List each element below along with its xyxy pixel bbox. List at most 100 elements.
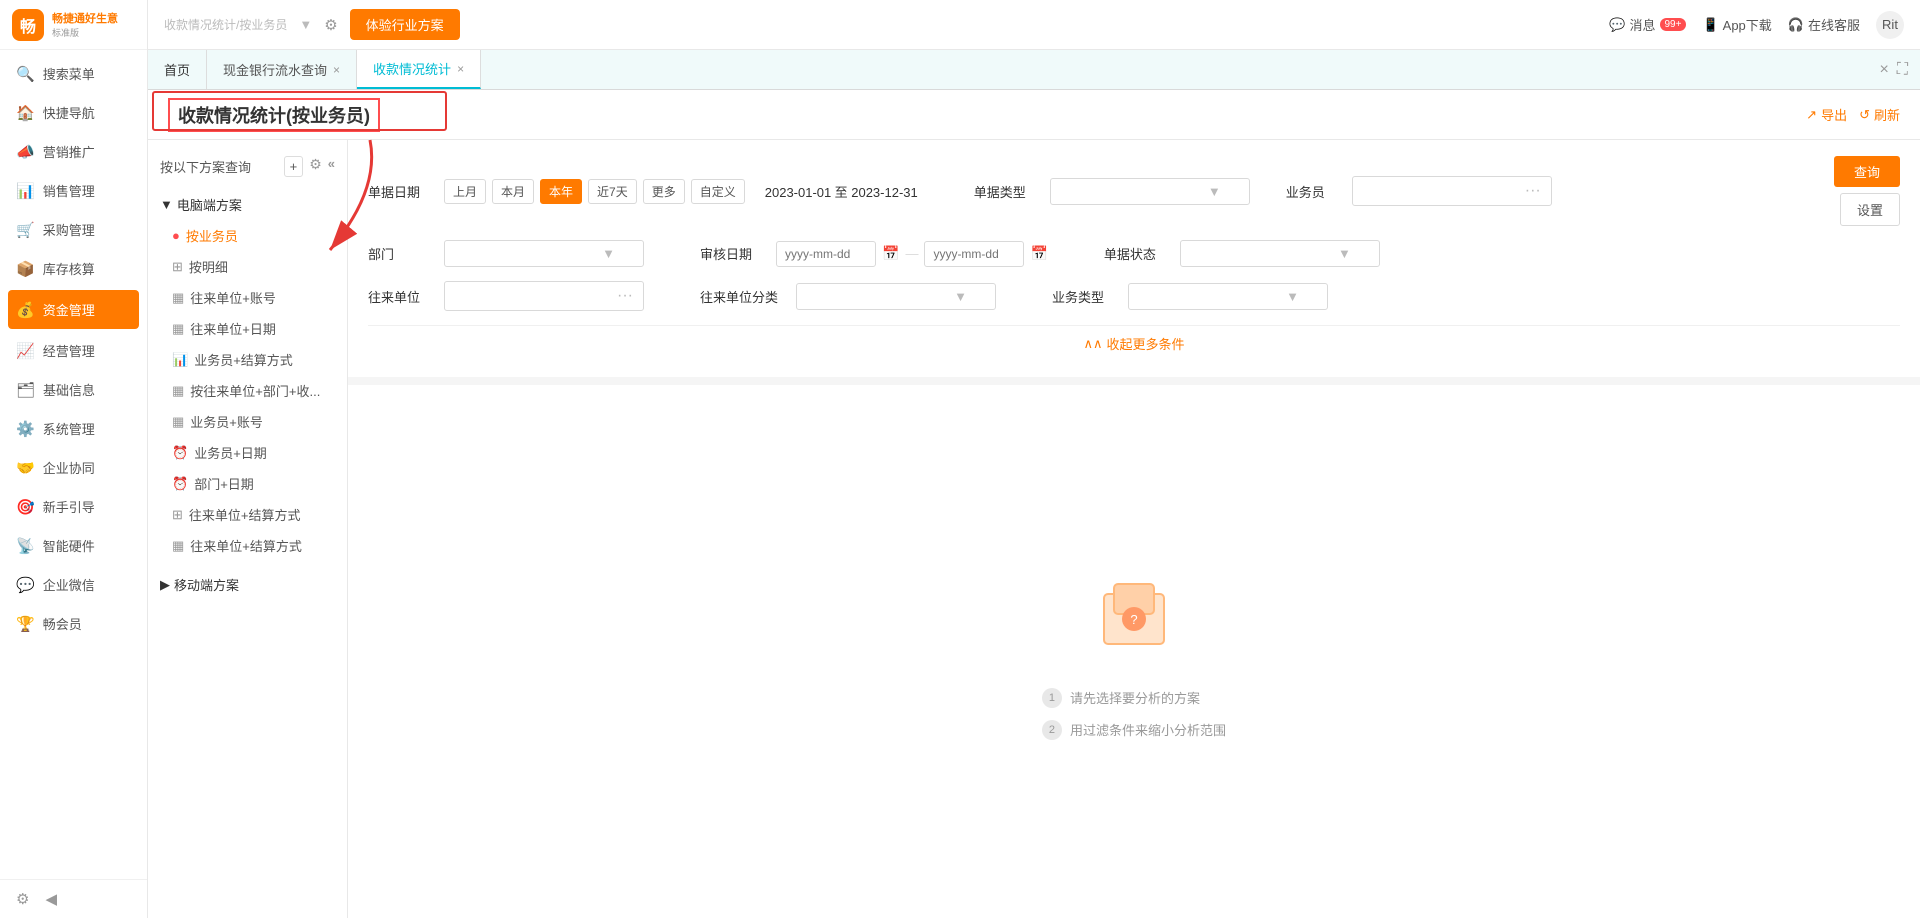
refresh-label: 刷新 [1874,105,1900,124]
salesperson-dots[interactable]: ··· [1525,182,1541,200]
finance-icon: 💰 [16,301,35,319]
desktop-section-title[interactable]: ▼ 电脑端方案 [148,189,347,220]
plan-item-partner-calc[interactable]: ⊞ 往来单位+结算方式 [148,499,347,530]
query-button[interactable]: 查询 [1834,156,1900,187]
chevron-down-status-icon: ▼ [1338,246,1351,261]
page-title-bar: 收款情况统计(按业务员) ↗ 导出 ↺ 刷新 [148,90,1920,140]
filter-settings-button[interactable]: 设置 [1840,193,1900,226]
chevron-down-category-icon: ▼ [954,289,967,304]
tab-close-all-icon[interactable]: × [1879,61,1888,79]
sidebar-item-inventory[interactable]: 📦 库存核算 [0,249,147,288]
sidebar-item-member[interactable]: 🏆 畅会员 [0,604,147,643]
plan-item-by-salesperson-label: 按业务员 [186,226,238,245]
biz-type-select[interactable]: ▼ [1128,283,1328,310]
plan-item-salesperson-calc[interactable]: 📊 业务员+结算方式 [148,344,347,375]
sidebar-label-purchase: 采购管理 [43,220,95,239]
plan-settings-icon[interactable]: ⚙ [309,156,322,177]
review-date-start[interactable] [776,241,876,267]
review-date-end[interactable] [924,241,1024,267]
sidebar-item-smart-hw[interactable]: 📡 智能硬件 [0,526,147,565]
last-7-btn[interactable]: 近7天 [588,179,637,204]
plan-item-partner-calc2[interactable]: ▦ 往来单位+结算方式 [148,530,347,561]
online-service-btn[interactable]: 🎧 在线客服 [1788,15,1860,34]
refresh-button[interactable]: ↺ 刷新 [1859,105,1900,124]
more-btn[interactable]: 更多 [643,179,685,204]
plan-collapse-icon[interactable]: « [328,156,335,177]
export-icon: ↗ [1806,107,1817,123]
chevron-down-dept-icon: ▼ [602,246,615,261]
doc-status-select[interactable]: ▼ [1180,240,1380,267]
header-settings-icon[interactable]: ⚙ [324,16,337,34]
partner-dots[interactable]: ··· [617,287,633,305]
tab-bank-flow-close[interactable]: × [333,63,340,77]
date-range-display: 2023-01-01 至 2023-12-31 [765,182,918,201]
headset-icon: 🎧 [1788,17,1804,33]
partner-input[interactable]: ··· [444,281,644,311]
plan-item-by-detail[interactable]: ⊞ 按明细 [148,251,347,282]
sidebar-label-quick-nav: 快捷导航 [43,103,95,122]
sidebar-item-operation[interactable]: 📈 经营管理 [0,331,147,370]
sidebar-label-operation: 经营管理 [43,341,95,360]
sidebar-item-system[interactable]: ⚙️ 系统管理 [0,409,147,448]
empty-steps: 1 请先选择要分析的方案 2 用过滤条件来缩小分析范围 [1042,688,1226,740]
trial-button[interactable]: 体验行业方案 [350,9,460,40]
sidebar-item-basic[interactable]: 🗂 基础信息 [0,370,147,409]
custom-btn[interactable]: 自定义 [691,179,745,204]
partner-category-select[interactable]: ▼ [796,283,996,310]
sidebar-item-finance[interactable]: 💰 资金管理 [8,290,139,329]
plan-item-partner-dept-recv[interactable]: ▦ 按往来单位+部门+收... [148,375,347,406]
mobile-section-title[interactable]: ▶ 移动端方案 [148,569,347,600]
page-title-actions: ↗ 导出 ↺ 刷新 [1806,105,1900,124]
this-month-btn[interactable]: 本月 [492,179,534,204]
doc-type-select[interactable]: ▼ [1050,178,1250,205]
sidebar-collapse-icon[interactable]: ◀ [45,890,57,908]
sidebar-item-marketing[interactable]: 📣 营销推广 [0,132,147,171]
plan-item-dept-date[interactable]: ⏰ 部门+日期 [148,468,347,499]
empty-state: ? 1 请先选择要分析的方案 2 用过滤条件来缩小分析范围 [348,385,1920,918]
refresh-icon: ↺ [1859,107,1870,123]
this-year-btn[interactable]: 本年 [540,179,582,204]
empty-step-1: 1 请先选择要分析的方案 [1042,688,1226,708]
plan-item-by-salesperson[interactable]: ● 按业务员 [148,220,347,251]
app-download-btn[interactable]: 📱 App下载 [1702,15,1771,34]
cal-start-icon[interactable]: 📅 [882,245,899,262]
inventory-icon: 📦 [16,260,35,278]
notifications-btn[interactable]: 💬 消息 99+ [1609,15,1686,34]
partner-account-icon: ▦ [172,290,184,306]
sidebar-item-search[interactable]: 🔍 搜索菜单 [0,54,147,93]
plan-item-partner-account[interactable]: ▦ 往来单位+账号 [148,282,347,313]
basic-icon: 🗂 [16,381,35,399]
tab-receivable-stat[interactable]: 收款情况统计 × [357,50,481,89]
tab-bank-flow[interactable]: 现金银行流水查询 × [207,50,357,89]
plan-item-by-detail-label: 按明细 [189,257,228,276]
export-button[interactable]: ↗ 导出 [1806,105,1847,124]
sidebar-settings-icon[interactable]: ⚙ [16,890,29,908]
sidebar-item-enterprise[interactable]: 🤝 企业协同 [0,448,147,487]
sidebar-item-sales[interactable]: 📊 销售管理 [0,171,147,210]
sidebar-item-quick-nav[interactable]: 🏠 快捷导航 [0,93,147,132]
partner-date-icon: ▦ [172,321,184,337]
salesperson-input[interactable]: ··· [1352,176,1552,206]
sidebar-item-guide[interactable]: 🎯 新手引导 [0,487,147,526]
cal-end-icon[interactable]: 📅 [1030,245,1047,262]
tab-receivable-stat-close[interactable]: × [457,62,464,76]
plan-item-salesperson-calc-label: 业务员+结算方式 [194,350,293,369]
user-avatar[interactable]: Rit [1876,11,1904,39]
logo-text-group: 畅捷通好生意 标准版 [52,10,118,39]
tab-home[interactable]: 首页 [148,50,207,89]
dept-select[interactable]: ▼ [444,240,644,267]
sidebar-label-member: 畅会员 [43,614,82,633]
sidebar-item-purchase[interactable]: 🛒 采购管理 [0,210,147,249]
plan-item-salesperson-date[interactable]: ⏰ 业务员+日期 [148,437,347,468]
collapse-bar[interactable]: ∧∧ 收起更多条件 [368,325,1900,361]
mobile-section: ▶ 移动端方案 [148,565,347,604]
header-dropdown-icon[interactable]: ▼ [299,17,312,32]
add-plan-icon[interactable]: + [284,156,304,177]
tab-receivable-stat-label: 收款情况统计 [373,59,451,78]
tab-maximize-icon[interactable]: ⛶ [1897,61,1908,79]
last-month-btn[interactable]: 上月 [444,179,486,204]
plan-item-partner-date[interactable]: ▦ 往来单位+日期 [148,313,347,344]
plan-item-salesperson-account[interactable]: ▦ 业务员+账号 [148,406,347,437]
sidebar-item-wechat[interactable]: 💬 企业微信 [0,565,147,604]
smart-hw-icon: 📡 [16,537,35,555]
